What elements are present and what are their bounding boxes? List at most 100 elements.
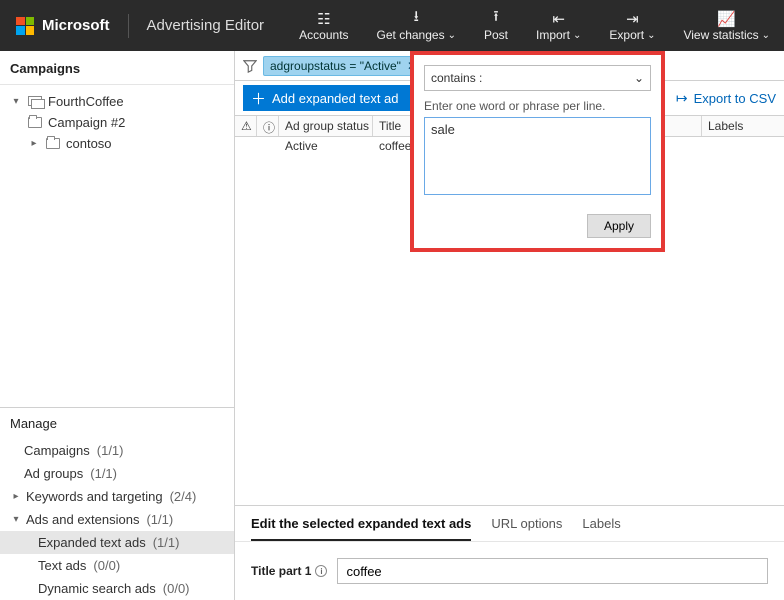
manage-dynamic-search-ads[interactable]: Dynamic search ads (0/0) xyxy=(0,577,234,600)
col-warning-icon[interactable]: ⚠ xyxy=(235,116,257,136)
menu-import[interactable]: ⇤ Import xyxy=(522,0,595,51)
manage-count: (1/1) xyxy=(146,512,173,527)
microsoft-logo-icon xyxy=(16,17,34,35)
collapse-icon[interactable]: ▾ xyxy=(10,96,22,107)
export-csv-icon: ↦ xyxy=(676,90,688,107)
info-icon[interactable]: i xyxy=(315,565,327,577)
main-menu: ☷ Accounts ⭳ Get changes ⭱ Post ⇤ Import… xyxy=(285,0,784,51)
menu-accounts-label: Accounts xyxy=(299,28,348,42)
tree-item-label: contoso xyxy=(66,136,112,151)
upload-icon: ⭱ xyxy=(493,10,498,28)
plus-icon: ＋ xyxy=(251,88,266,109)
manage-count: (0/0) xyxy=(163,581,190,596)
menu-import-label: Import xyxy=(536,28,570,42)
brand-company: Microsoft xyxy=(42,17,110,34)
manage-label: Ads and extensions xyxy=(26,512,139,527)
menu-post[interactable]: ⭱ Post xyxy=(470,0,522,51)
add-button-label: Add expanded text ad xyxy=(272,91,399,106)
cell-status: Active xyxy=(279,137,373,157)
titlepart1-input[interactable] xyxy=(337,558,768,584)
menu-get-changes[interactable]: ⭳ Get changes xyxy=(363,0,470,51)
apply-button[interactable]: Apply xyxy=(587,214,651,238)
manage-list: Campaigns(1/1) Ad groups(1/1) ▸Keywords … xyxy=(0,439,234,600)
menu-accounts[interactable]: ☷ Accounts xyxy=(285,0,362,51)
manage-panel: Manage Campaigns(1/1) Ad groups(1/1) ▸Ke… xyxy=(0,407,234,600)
menu-view-statistics[interactable]: 📈 View statistics xyxy=(669,0,784,51)
expand-icon[interactable]: ▸ xyxy=(28,138,40,149)
folder-icon xyxy=(46,138,60,149)
manage-title: Manage xyxy=(0,408,234,439)
filter-popup: contains : ⌄ Enter one word or phrase pe… xyxy=(410,51,665,252)
filter-chip-adgroupstatus[interactable]: adgroupstatus = "Active" ✕ xyxy=(263,56,424,76)
account-icon xyxy=(28,96,42,108)
manage-text-ads[interactable]: Text ads (0/0) xyxy=(0,554,234,577)
col-labels[interactable]: Labels xyxy=(702,116,784,136)
filter-value-input[interactable] xyxy=(424,117,651,195)
titlepart1-label: Title part 1 i xyxy=(251,564,327,578)
menu-export-label: Export xyxy=(609,28,644,42)
manage-label: Dynamic search ads xyxy=(38,581,156,596)
manage-count: (1/1) xyxy=(90,466,117,481)
manage-count: (0/0) xyxy=(93,558,120,573)
tree-root-label: FourthCoffee xyxy=(48,94,124,109)
divider xyxy=(128,14,129,38)
tab-edit-selected[interactable]: Edit the selected expanded text ads xyxy=(251,516,471,541)
chevron-down-icon xyxy=(448,28,456,42)
tab-labels[interactable]: Labels xyxy=(582,516,620,541)
manage-label: Ad groups xyxy=(24,466,83,481)
manage-keywords[interactable]: ▸ Keywords and targeting (2/4) xyxy=(0,485,234,508)
manage-expanded-text-ads[interactable]: Expanded text ads (1/1) xyxy=(0,531,234,554)
manage-label: Campaigns xyxy=(24,443,90,458)
tree-item-label: Campaign #2 xyxy=(48,115,125,130)
menu-post-label: Post xyxy=(484,28,508,42)
folder-icon xyxy=(28,117,42,128)
manage-adgroups[interactable]: Ad groups (1/1) xyxy=(0,462,234,485)
filter-mode-select[interactable]: contains : ⌄ xyxy=(424,65,651,91)
import-icon: ⇤ xyxy=(552,10,565,28)
filter-chip-label: adgroupstatus = "Active" xyxy=(270,59,401,73)
menu-export[interactable]: ⇥ Export xyxy=(595,0,669,51)
expand-icon[interactable]: ▸ xyxy=(10,491,22,502)
chevron-down-icon xyxy=(573,28,581,42)
menu-get-changes-label: Get changes xyxy=(377,28,445,42)
menu-view-stats-label: View statistics xyxy=(683,28,758,42)
manage-label: Text ads xyxy=(38,558,86,573)
manage-campaigns[interactable]: Campaigns (1/1) xyxy=(0,439,234,462)
filter-hint: Enter one word or phrase per line. xyxy=(424,99,651,113)
tab-url-options[interactable]: URL options xyxy=(491,516,562,541)
col-info-icon[interactable]: ⓘ xyxy=(257,116,279,136)
manage-label: Keywords and targeting xyxy=(26,489,163,504)
tree-item-contoso[interactable]: ▸ contoso xyxy=(0,133,234,154)
left-pane: Campaigns ▾ FourthCoffee Campaign #2 ▸ c… xyxy=(0,51,235,600)
accounts-icon: ☷ xyxy=(317,10,330,28)
field-label-text: Title part 1 xyxy=(251,564,311,578)
bottom-editor: Edit the selected expanded text ads URL … xyxy=(235,505,784,600)
filter-mode-value: contains : xyxy=(431,71,482,85)
add-expanded-text-ad-button[interactable]: ＋ Add expanded text ad xyxy=(243,85,413,111)
top-bar: Microsoft Advertising Editor ☷ Accounts … xyxy=(0,0,784,51)
manage-count: (2/4) xyxy=(170,489,197,504)
chevron-down-icon: ⌄ xyxy=(634,71,644,85)
manage-count: (1/1) xyxy=(97,443,124,458)
bottom-tabs: Edit the selected expanded text ads URL … xyxy=(235,506,784,542)
tree-root[interactable]: ▾ FourthCoffee xyxy=(0,91,234,112)
export-icon: ⇥ xyxy=(626,10,639,28)
campaign-tree: ▾ FourthCoffee Campaign #2 ▸ contoso xyxy=(0,85,234,160)
manage-count: (1/1) xyxy=(153,535,180,550)
brand: Microsoft Advertising Editor xyxy=(0,0,280,51)
brand-product: Advertising Editor xyxy=(147,17,265,34)
tree-item-campaign2[interactable]: Campaign #2 xyxy=(0,112,234,133)
manage-ads-extensions[interactable]: ▾ Ads and extensions (1/1) xyxy=(0,508,234,531)
titlepart1-row: Title part 1 i xyxy=(235,542,784,600)
campaigns-panel-title: Campaigns xyxy=(0,51,234,85)
funnel-icon[interactable] xyxy=(243,59,257,73)
right-pane: adgroupstatus = "Active" ✕ titlepart1 : … xyxy=(235,51,784,600)
manage-label: Expanded text ads xyxy=(38,535,146,550)
chart-icon: 📈 xyxy=(717,10,736,28)
collapse-icon[interactable]: ▾ xyxy=(10,514,22,525)
export-to-csv-link[interactable]: ↦ Export to CSV xyxy=(676,90,776,107)
col-adgroup-status[interactable]: Ad group status xyxy=(279,116,373,136)
export-label: Export to CSV xyxy=(694,91,776,106)
chevron-down-icon xyxy=(762,28,770,42)
chevron-down-icon xyxy=(647,28,655,42)
